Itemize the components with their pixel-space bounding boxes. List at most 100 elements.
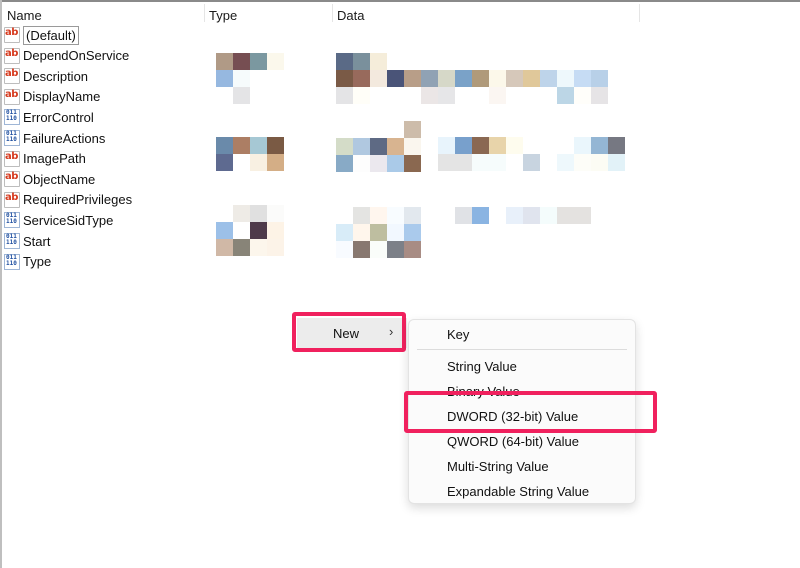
redaction-block [404,155,421,172]
redaction-block [472,154,489,171]
redaction-block [216,154,233,171]
list-item[interactable]: ab DisplayName [4,87,194,107]
list-header: Name Type Data [2,2,800,24]
redaction-block [370,224,387,241]
redaction-block [353,138,370,155]
redaction-block [557,154,574,171]
redaction-block [557,207,574,224]
list-item[interactable]: ab DependOnService [4,46,194,66]
redaction-block [574,87,591,104]
column-divider[interactable] [332,4,333,22]
submenu-item-multi-string-value[interactable]: Multi-String Value [447,459,549,474]
list-item[interactable]: 011 110 Start [4,231,194,251]
redaction-block [267,222,284,239]
redaction-block [250,239,267,256]
pane-left-border [0,0,2,568]
redaction-block [574,207,591,224]
redaction-block [216,137,233,154]
string-value-icon: ab [4,68,20,85]
column-divider[interactable] [639,4,640,22]
column-header-name[interactable]: Name [7,8,42,23]
list-item[interactable]: ab ObjectName [4,169,194,189]
redaction-block [506,137,523,154]
list-item[interactable]: 011 110 ErrorControl [4,107,194,127]
submenu-item-string-value[interactable]: String Value [447,359,517,374]
list-item[interactable]: ab ImagePath [4,149,194,169]
value-name: Description [23,68,89,84]
redaction-block [216,222,233,239]
redaction-block [404,207,421,224]
list-item[interactable]: 011 110 ServiceSidType [4,210,194,230]
redaction-block [370,70,387,87]
binary-value-icon: 011 110 [4,253,20,270]
redaction-block [267,137,284,154]
string-value-icon: ab [4,88,20,105]
redaction-block [353,87,370,104]
string-value-icon: ab [4,171,20,188]
redaction-block [489,70,506,87]
redaction-block [438,154,455,171]
redaction-block [557,70,574,87]
redaction-block [387,155,404,172]
list-item[interactable]: 011 110 Type [4,252,194,272]
column-header-data[interactable]: Data [337,8,364,23]
value-name: ImagePath [23,151,86,167]
icon-glyph-bottom: 110 [6,115,17,123]
redaction-block [506,70,523,87]
redaction-block [233,87,250,104]
redaction-block [404,121,421,138]
list-item[interactable]: ab Description [4,66,194,86]
redaction-block [574,137,591,154]
redaction-block [370,138,387,155]
redaction-block [387,138,404,155]
icon-glyph: 011 110 [6,254,17,267]
binary-value-icon: 011 110 [4,130,20,146]
redaction-block [353,207,370,224]
redaction-block [523,70,540,87]
redaction-block [216,53,233,70]
redaction-block [540,70,557,87]
redaction-block [574,70,591,87]
icon-glyph: ab [5,47,18,59]
redaction-block [336,70,353,87]
value-name: FailureActions [23,130,106,146]
redaction-block [233,70,250,87]
redaction-block [591,70,608,87]
submenu-item-qword-value[interactable]: QWORD (64-bit) Value [447,434,579,449]
value-name: Type [23,254,52,270]
redaction-block [267,239,284,256]
redaction-block [404,138,421,155]
redaction-block [267,53,284,70]
string-value-icon: ab [4,27,20,43]
redaction-block [336,241,353,258]
string-value-icon: ab [4,191,20,208]
redaction-block [472,70,489,87]
redaction-block [574,154,591,171]
redaction-block [438,137,455,154]
redaction-block [608,154,625,171]
redaction-block [557,87,574,104]
redaction-block [404,224,421,241]
redaction-block [591,154,608,171]
submenu-item-expandable-string-value[interactable]: Expandable String Value [447,484,589,499]
redaction-block [472,207,489,224]
column-header-type[interactable]: Type [209,8,237,23]
redaction-block [233,205,250,222]
list-item[interactable]: ab RequiredPrivileges [4,190,194,210]
redaction-block [336,155,353,172]
redaction-block [336,87,353,104]
value-name: (Default) [23,25,79,45]
column-divider[interactable] [204,4,205,22]
redaction-block [216,70,233,87]
submenu-item-key[interactable]: Key [447,327,469,342]
redaction-block [250,205,267,222]
redaction-block [267,205,284,222]
redaction-block [455,137,472,154]
list-item[interactable]: ab (Default) [4,25,194,45]
redaction-block [489,87,506,104]
redaction-block [370,207,387,224]
icon-glyph: ab [5,88,18,100]
list-item[interactable]: 011 110 FailureActions [4,128,194,148]
redaction-block [233,137,250,154]
redaction-block [540,207,557,224]
